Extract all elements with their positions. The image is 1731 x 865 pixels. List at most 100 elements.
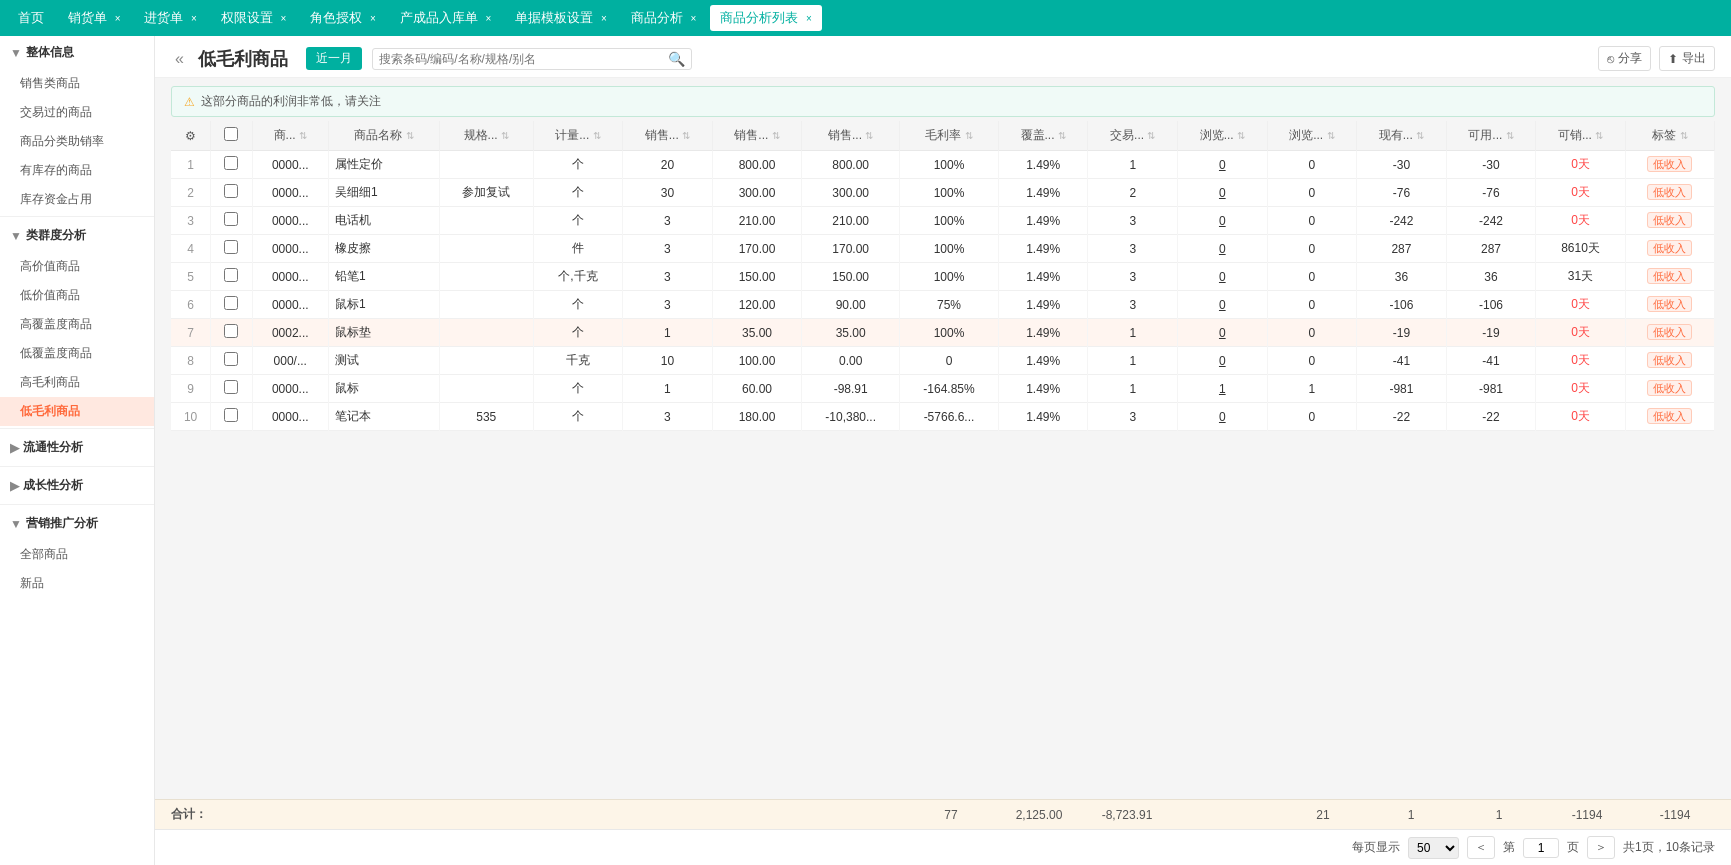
row-view1[interactable]: 0 (1178, 263, 1268, 291)
row-checkbox[interactable] (211, 347, 252, 375)
search-input[interactable] (379, 52, 668, 66)
col-view2[interactable]: 浏览... ⇅ (1267, 121, 1357, 151)
col-sellable[interactable]: 可销... ⇅ (1536, 121, 1626, 151)
col-spec[interactable]: 规格... ⇅ (439, 121, 533, 151)
sidebar-group-cluster[interactable]: ▼ 类群度分析 (0, 219, 154, 252)
row-sales-price: 210.00 (712, 207, 802, 235)
sidebar-item-high-coverage[interactable]: 高覆盖度商品 (0, 310, 154, 339)
search-box: 🔍 (372, 48, 692, 70)
row-num: 7 (171, 319, 211, 347)
sidebar-group-overall[interactable]: ▼ 整体信息 (0, 36, 154, 69)
col-code[interactable]: 商... ⇅ (252, 121, 328, 151)
row-view1[interactable]: 0 (1178, 347, 1268, 375)
row-view1[interactable]: 0 (1178, 179, 1268, 207)
nav-roles[interactable]: 角色授权 × (300, 5, 385, 31)
prev-page-btn[interactable]: ＜ (1467, 836, 1495, 859)
table-row: 10 0000... 笔记本 535 个 3 180.00 -10,380...… (171, 403, 1715, 431)
nav-goods-analysis[interactable]: 商品分析 × (621, 5, 706, 31)
col-checkbox[interactable] (211, 121, 252, 151)
row-available: -242 (1446, 207, 1536, 235)
row-checkbox[interactable] (211, 403, 252, 431)
col-sales-price[interactable]: 销售... ⇅ (712, 121, 802, 151)
row-view1[interactable]: 1 (1178, 375, 1268, 403)
page-size-select[interactable]: 20 50 100 (1408, 837, 1459, 859)
sidebar-group-flow[interactable]: ▶ 流通性分析 (0, 431, 154, 464)
row-checkbox[interactable] (211, 151, 252, 179)
table-container[interactable]: ⚙ 商... ⇅ 商品名称 ⇅ 规格... ⇅ 计量... ⇅ 销售... ⇅ … (171, 121, 1715, 799)
col-current[interactable]: 现有... ⇅ (1357, 121, 1447, 151)
row-checkbox[interactable] (211, 207, 252, 235)
sidebar-item-new-goods[interactable]: 新品 (0, 569, 154, 598)
row-view1[interactable]: 0 (1178, 235, 1268, 263)
col-settings[interactable]: ⚙ (171, 121, 211, 151)
row-sales-profit: 800.00 (802, 151, 900, 179)
col-coverage[interactable]: 覆盖... ⇅ (998, 121, 1088, 151)
row-checkbox[interactable] (211, 263, 252, 291)
sidebar-group-growth[interactable]: ▶ 成长性分析 (0, 469, 154, 502)
col-gross-margin[interactable]: 毛利率 ⇅ (900, 121, 999, 151)
nav-sales[interactable]: 销货单 × (58, 5, 130, 31)
nav-product-in-close[interactable]: × (486, 13, 492, 24)
sort-icon-code: ⇅ (299, 130, 307, 141)
row-tag: 低收入 (1625, 263, 1714, 291)
sidebar-item-stock-funds[interactable]: 库存资金占用 (0, 185, 154, 214)
row-coverage: 1.49% (998, 403, 1088, 431)
sidebar-group-marketing[interactable]: ▼ 营销推广分析 (0, 507, 154, 540)
nav-template-close[interactable]: × (601, 13, 607, 24)
sidebar-item-high-value[interactable]: 高价值商品 (0, 252, 154, 281)
filter-btn[interactable]: 近一月 (306, 47, 362, 70)
sidebar-item-low-margin[interactable]: 低毛利商品 (0, 397, 154, 426)
next-page-btn[interactable]: ＞ (1587, 836, 1615, 859)
row-name: 铅笔1 (328, 263, 439, 291)
nav-permissions[interactable]: 权限设置 × (211, 5, 296, 31)
row-checkbox[interactable] (211, 375, 252, 403)
row-available: -41 (1446, 347, 1536, 375)
row-view1[interactable]: 0 (1178, 207, 1268, 235)
col-view1[interactable]: 浏览... ⇅ (1178, 121, 1268, 151)
nav-goods-analysis-close[interactable]: × (690, 13, 696, 24)
sidebar-item-low-value[interactable]: 低价值商品 (0, 281, 154, 310)
row-view1[interactable]: 0 (1178, 151, 1268, 179)
sidebar-item-high-margin[interactable]: 高毛利商品 (0, 368, 154, 397)
sidebar-item-low-coverage[interactable]: 低覆盖度商品 (0, 339, 154, 368)
row-checkbox[interactable] (211, 235, 252, 263)
nav-permissions-close[interactable]: × (281, 13, 287, 24)
row-view1[interactable]: 0 (1178, 319, 1268, 347)
nav-sales-close[interactable]: × (115, 13, 121, 24)
row-sales-profit: 300.00 (802, 179, 900, 207)
select-all-checkbox[interactable] (224, 127, 238, 141)
col-unit[interactable]: 计量... ⇅ (533, 121, 623, 151)
sidebar-collapse-btn[interactable]: « (171, 50, 188, 68)
sidebar-item-all-goods[interactable]: 全部商品 (0, 540, 154, 569)
row-sales-profit: 170.00 (802, 235, 900, 263)
row-view1[interactable]: 0 (1178, 291, 1268, 319)
share-btn[interactable]: ⎋ 分享 (1598, 46, 1651, 71)
page-number-input[interactable] (1523, 838, 1559, 858)
sidebar-item-traded-goods[interactable]: 交易过的商品 (0, 98, 154, 127)
nav-home[interactable]: 首页 (8, 5, 54, 31)
nav-product-in[interactable]: 产成品入库单 × (390, 5, 501, 31)
nav-roles-close[interactable]: × (370, 13, 376, 24)
col-sales-profit[interactable]: 销售... ⇅ (802, 121, 900, 151)
col-trade[interactable]: 交易... ⇅ (1088, 121, 1178, 151)
row-checkbox[interactable] (211, 319, 252, 347)
sidebar-item-sales-goods[interactable]: 销售类商品 (0, 69, 154, 98)
row-checkbox[interactable] (211, 291, 252, 319)
table-row: 4 0000... 橡皮擦 件 3 170.00 170.00 100% 1.4… (171, 235, 1715, 263)
nav-purchase-close[interactable]: × (191, 13, 197, 24)
col-name[interactable]: 商品名称 ⇅ (328, 121, 439, 151)
export-btn[interactable]: ⬆ 导出 (1659, 46, 1715, 71)
export-icon: ⬆ (1668, 52, 1678, 66)
nav-goods-analysis-list[interactable]: 商品分析列表 × (710, 5, 821, 31)
nav-template[interactable]: 单据模板设置 × (505, 5, 616, 31)
row-checkbox[interactable] (211, 179, 252, 207)
col-sales-qty[interactable]: 销售... ⇅ (623, 121, 713, 151)
sidebar-item-in-stock[interactable]: 有库存的商品 (0, 156, 154, 185)
col-tag[interactable]: 标签 ⇅ (1625, 121, 1714, 151)
nav-purchase[interactable]: 进货单 × (134, 5, 206, 31)
search-icon[interactable]: 🔍 (668, 51, 685, 67)
col-available[interactable]: 可用... ⇅ (1446, 121, 1536, 151)
nav-goods-list-close[interactable]: × (806, 13, 812, 24)
row-view1[interactable]: 0 (1178, 403, 1268, 431)
sidebar-item-category-rate[interactable]: 商品分类助销率 (0, 127, 154, 156)
